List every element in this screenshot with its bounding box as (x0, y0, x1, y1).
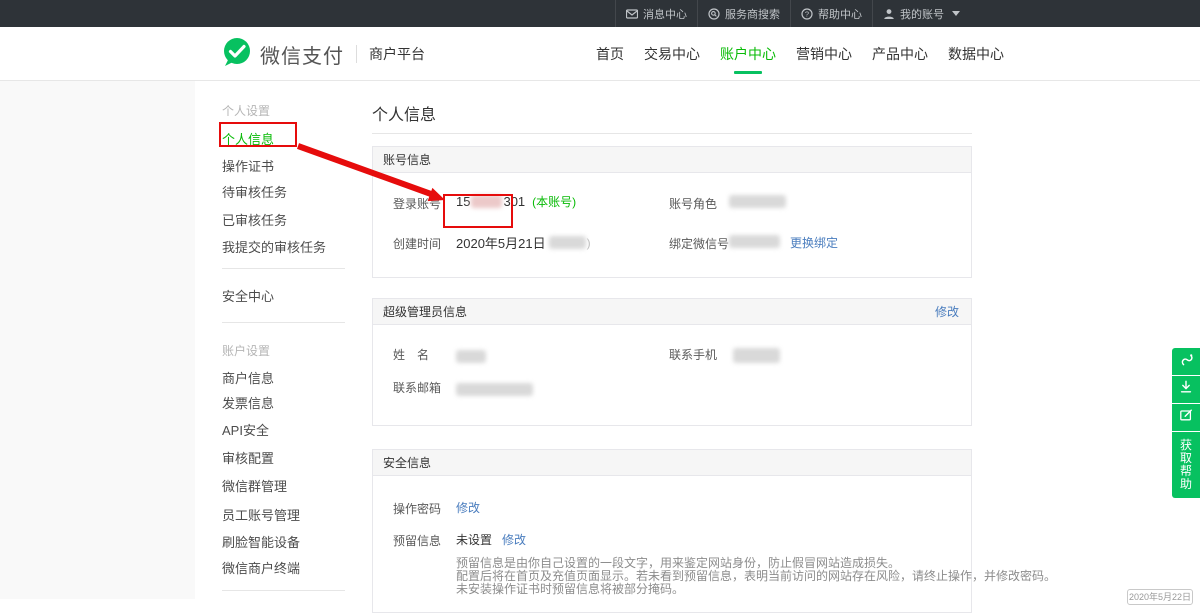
brand-divider (356, 45, 357, 63)
admin-phone-label: 联系手机 (669, 346, 717, 363)
sidebar-item-wechat-group-mgmt[interactable]: 微信群管理 (222, 476, 287, 495)
sidebar-item-security-center[interactable]: 安全中心 (222, 286, 274, 305)
redacted-admin-email (456, 383, 533, 396)
sidebar-header-personal-settings: 个人设置 (222, 102, 270, 119)
nav-product-center[interactable]: 产品中心 (870, 27, 930, 81)
sidebar-item-merchant-terminal[interactable]: 微信商户终端 (222, 558, 300, 577)
admin-name-value (456, 350, 486, 363)
redacted-login-middle (471, 195, 502, 208)
operation-password-label: 操作密码 (393, 500, 441, 517)
brand-portal: 商户平台 (369, 44, 425, 64)
brand-name: 微信支付 (260, 40, 344, 69)
login-account-label: 登录账号 (393, 195, 441, 212)
wechat-pay-logo-icon (222, 37, 252, 72)
download-button[interactable] (1172, 376, 1200, 403)
topbar-menu: 消息中心 服务商搜索 ? 帮助中心 我的账号 (615, 0, 970, 27)
sidebar-divider (222, 322, 345, 323)
account-role-value (729, 195, 786, 208)
redacted-account-role (729, 195, 786, 208)
login-account-value: 15 301 (本账号) (456, 193, 576, 210)
sidebar-item-face-devices[interactable]: 刷脸智能设备 (222, 532, 300, 551)
created-time-label: 创建时间 (393, 235, 441, 252)
sidebar-item-staff-account-mgmt[interactable]: 员工账号管理 (222, 505, 300, 524)
created-time-value: 2020年5月21日 ) (456, 233, 591, 252)
reserved-edit-link[interactable]: 修改 (502, 531, 526, 548)
my-account-menu-item[interactable]: 我的账号 (872, 0, 970, 27)
message-center-label: 消息中心 (643, 6, 687, 22)
super-admin-panel-header: 超级管理员信息 修改 (373, 299, 971, 325)
sidebar: 个人设置 个人信息 操作证书 待审核任务 已审核任务 我提交的审核任务 安全中心… (222, 81, 345, 599)
account-role-label: 账号角色 (669, 195, 717, 212)
admin-name-label: 姓 名 (393, 346, 429, 363)
admin-edit-link[interactable]: 修改 (935, 299, 959, 325)
nav-home[interactable]: 首页 (594, 27, 626, 81)
security-info-panel: 安全信息 操作密码 修改 预留信息 未设置 修改 预留信息是由你自己设置的一段文… (372, 449, 972, 613)
svg-text:?: ? (805, 9, 809, 18)
sidebar-item-api-security[interactable]: API安全 (222, 420, 269, 439)
date-chip: 2020年5月22日 (1127, 589, 1193, 605)
service-icon (1178, 351, 1194, 372)
reserved-info-description: 预留信息是由你自己设置的一段文字，用来鉴定网站身份，防止假冒网站造成损失。 配置… (456, 557, 1056, 596)
service-provider-search-label: 服务商搜索 (725, 6, 780, 22)
download-icon (1178, 379, 1194, 400)
topbar: 消息中心 服务商搜索 ? 帮助中心 我的账号 (0, 0, 1200, 27)
redacted-wechat-id (729, 235, 780, 248)
redacted-admin-phone (733, 348, 780, 363)
sidebar-item-reviewed-tasks[interactable]: 已审核任务 (222, 210, 287, 229)
sidebar-header-account-settings: 账户设置 (222, 342, 270, 359)
page-title: 个人信息 (372, 101, 436, 125)
help-center-label: 帮助中心 (818, 6, 862, 22)
message-center-menu-item[interactable]: 消息中心 (615, 0, 697, 27)
sidebar-item-invoice-info[interactable]: 发票信息 (222, 393, 274, 412)
main-nav: 首页 交易中心 账户中心 营销中心 产品中心 数据中心 (594, 27, 1006, 81)
service-provider-search-menu-item[interactable]: 服务商搜索 (697, 0, 790, 27)
feedback-icon (1178, 407, 1194, 428)
nav-marketing-center[interactable]: 营销中心 (794, 27, 854, 81)
left-gray-strip (0, 81, 195, 599)
active-tab-underline (734, 71, 762, 74)
search-circle-icon (708, 8, 720, 20)
help-circle-icon: ? (801, 8, 813, 20)
brand[interactable]: 微信支付 商户平台 (222, 27, 425, 81)
admin-phone-value (733, 348, 780, 363)
redacted-created-time (549, 236, 586, 249)
reserved-info-label: 预留信息 (393, 532, 441, 549)
get-help-button[interactable]: 获 取 帮 助 (1172, 432, 1200, 498)
admin-email-label: 联系邮箱 (393, 379, 441, 396)
service-button[interactable] (1172, 348, 1200, 375)
current-account-tag: (本账号) (532, 193, 576, 210)
chevron-down-icon (952, 11, 960, 16)
feedback-button[interactable] (1172, 404, 1200, 431)
sidebar-item-operation-cert[interactable]: 操作证书 (222, 156, 274, 175)
help-center-menu-item[interactable]: ? 帮助中心 (790, 0, 872, 27)
title-divider (372, 133, 972, 134)
sidebar-item-merchant-info[interactable]: 商户信息 (222, 368, 274, 387)
account-info-panel-header: 账号信息 (373, 147, 971, 173)
mail-icon (626, 8, 638, 20)
nav-data-center[interactable]: 数据中心 (946, 27, 1006, 81)
bound-wechat-label: 绑定微信号 (669, 235, 729, 252)
my-account-label: 我的账号 (900, 6, 944, 22)
nav-account-center[interactable]: 账户中心 (718, 27, 778, 81)
nav-transaction-center[interactable]: 交易中心 (642, 27, 702, 81)
floating-help-widget: 获 取 帮 助 (1172, 348, 1200, 498)
sidebar-item-personal-info[interactable]: 个人信息 (222, 129, 274, 148)
sidebar-item-pending-review[interactable]: 待审核任务 (222, 182, 287, 201)
sidebar-item-review-config[interactable]: 审核配置 (222, 448, 274, 467)
redacted-admin-name (456, 350, 486, 363)
header: 微信支付 商户平台 首页 交易中心 账户中心 营销中心 产品中心 数据中心 (0, 27, 1200, 81)
super-admin-panel: 超级管理员信息 修改 姓 名 联系手机 联系邮箱 (372, 298, 972, 426)
password-edit-link[interactable]: 修改 (456, 499, 480, 516)
security-info-panel-header: 安全信息 (373, 450, 971, 476)
sidebar-divider (222, 268, 345, 269)
bound-wechat-value (729, 235, 780, 248)
rebind-link[interactable]: 更换绑定 (790, 234, 838, 251)
sidebar-divider (222, 590, 345, 591)
sidebar-item-my-submitted-tasks[interactable]: 我提交的审核任务 (222, 237, 326, 256)
reserved-info-status: 未设置 修改 (456, 531, 526, 548)
admin-email-value (456, 383, 533, 396)
user-icon (883, 8, 895, 20)
account-info-panel: 账号信息 登录账号 15 301 (本账号) 账号角色 创建时间 2020年5月… (372, 146, 972, 278)
